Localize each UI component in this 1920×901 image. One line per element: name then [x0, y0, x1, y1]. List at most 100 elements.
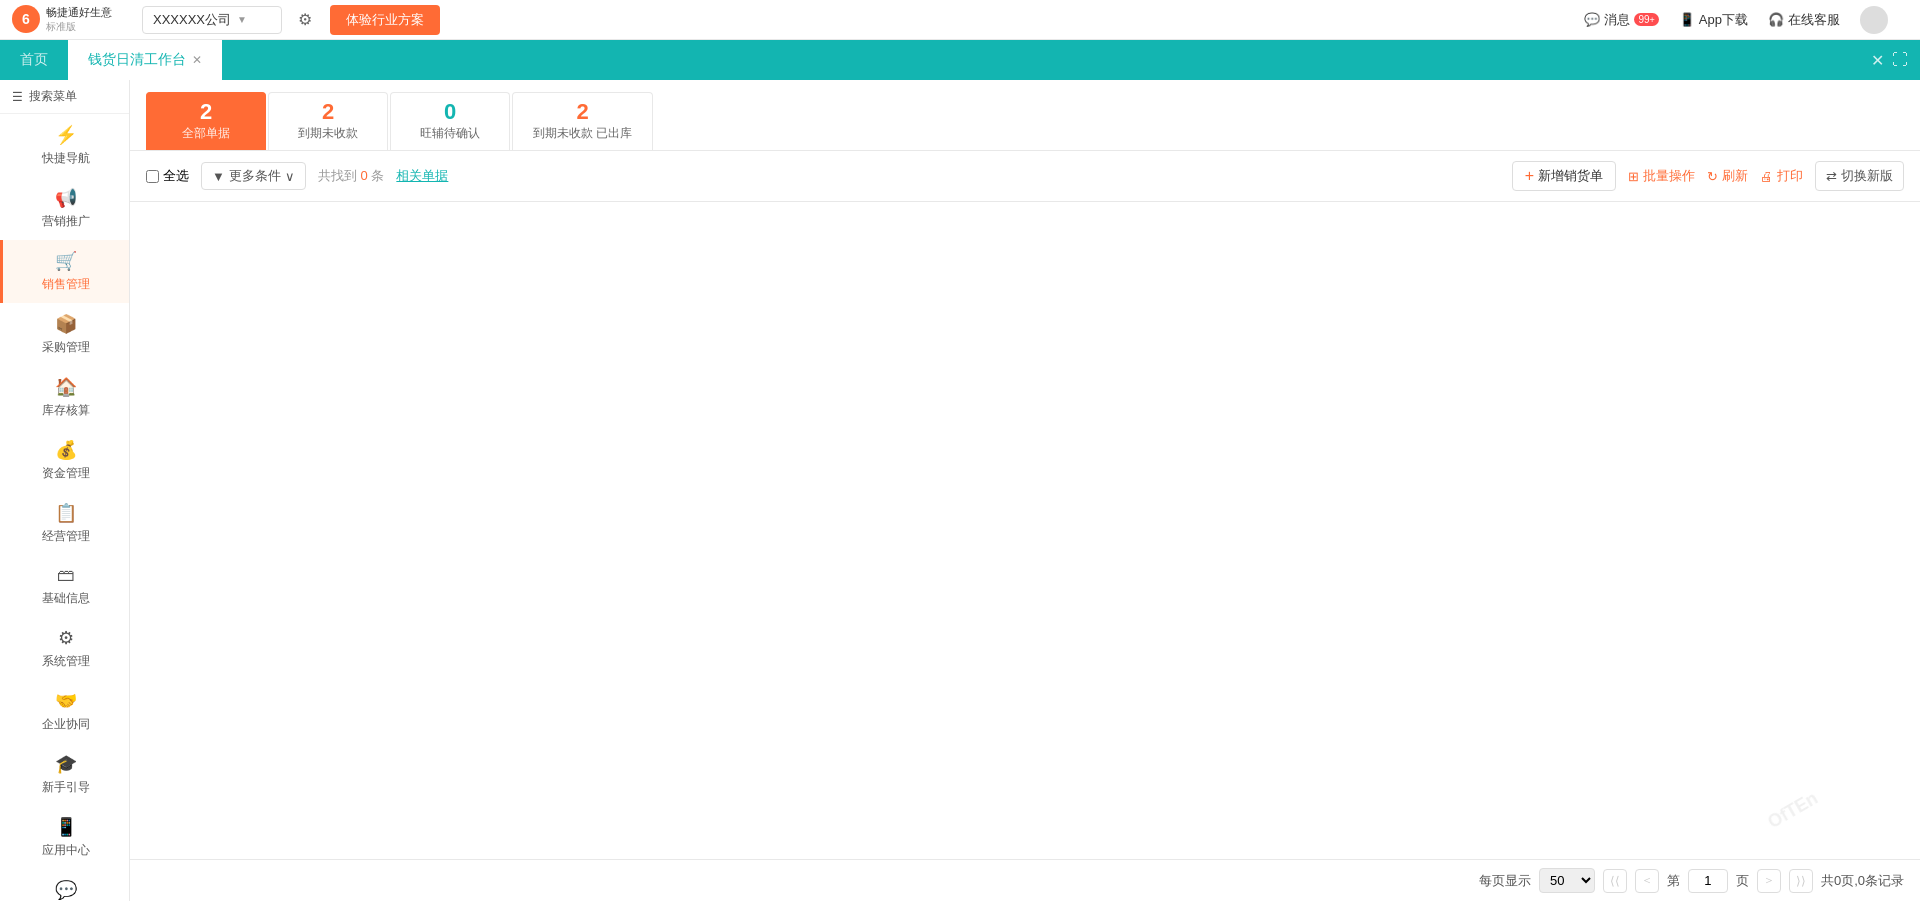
app-center-icon: 📱 — [55, 816, 77, 838]
logo-icon: 6 — [12, 5, 40, 33]
sidebar-item-finance[interactable]: 💰 资金管理 — [0, 429, 129, 492]
sidebar-item-purchase-label: 采购管理 — [42, 339, 90, 356]
badge-count: 99 — [1638, 14, 1649, 25]
refresh-button[interactable]: ↻ 刷新 — [1707, 167, 1748, 185]
experience-button[interactable]: 体验行业方案 — [330, 5, 440, 35]
stat-tab-overdue[interactable]: 2 到期未收款 — [268, 92, 388, 150]
related-orders-link[interactable]: 相关单据 — [396, 167, 448, 185]
print-button[interactable]: 🖨 打印 — [1760, 167, 1803, 185]
message-button[interactable]: 💬 消息 99+ — [1584, 11, 1658, 29]
app-subtitle: 标准版 — [46, 20, 112, 34]
enterprise-wechat-icon: 💬 — [55, 879, 77, 901]
search-menu-icon: ☰ — [12, 90, 23, 104]
stat-tab-pending[interactable]: 0 旺辅待确认 — [390, 92, 510, 150]
app-title: 畅捷通好生意 — [46, 5, 112, 19]
pagination-bar: 每页显示 10 20 50 100 ⟨⟨ ＜ 第 页 ＞ ⟩⟩ 共0页,0条记录 — [130, 859, 1920, 901]
filter-arrow-icon: ∨ — [285, 169, 295, 184]
sidebar-item-app-center[interactable]: 📱 应用中心 — [0, 806, 129, 869]
quick-nav-icon: ⚡ — [55, 124, 77, 146]
switch-icon: ⇄ — [1826, 169, 1837, 184]
plus-icon: + — [1525, 167, 1534, 185]
refresh-btn-label: 刷新 — [1722, 167, 1748, 185]
select-all-checkbox[interactable]: 全选 — [146, 167, 189, 185]
stat-tab-all[interactable]: 2 全部单据 — [146, 92, 266, 150]
logo-area: 6 畅捷通好生意 标准版 — [12, 5, 142, 33]
sidebar-item-sales[interactable]: 🛒 销售管理 — [0, 240, 129, 303]
settings-button[interactable]: ⚙ — [290, 5, 320, 35]
sidebar-item-system[interactable]: ⚙ 系统管理 — [0, 617, 129, 680]
company-selector[interactable]: XXXXXX公司 ▼ — [142, 6, 282, 34]
per-page-select[interactable]: 10 20 50 100 — [1539, 868, 1595, 893]
message-icon: 💬 — [1584, 12, 1600, 27]
empty-state — [130, 202, 1920, 859]
guide-icon: 🎓 — [55, 753, 77, 775]
sidebar-item-purchase[interactable]: 📦 采购管理 — [0, 303, 129, 366]
next-page-button[interactable]: ＞ — [1757, 869, 1781, 893]
sidebar-item-app-center-label: 应用中心 — [42, 842, 90, 859]
online-service-label: 在线客服 — [1788, 11, 1840, 29]
gear-icon: ⚙ — [298, 10, 312, 29]
sidebar-item-inventory-label: 库存核算 — [42, 402, 90, 419]
result-number: 0 — [361, 168, 368, 183]
per-page-label: 每页显示 — [1479, 872, 1531, 890]
batch-operation-button[interactable]: ⊞ 批量操作 — [1628, 167, 1695, 185]
sales-icon: 🛒 — [55, 250, 77, 272]
main-layout: ☰ 搜索菜单 ⚡ 快捷导航 📢 营销推广 🛒 销售管理 📦 采购管理 🏠 库存核… — [0, 80, 1920, 901]
sidebar-item-quick-nav[interactable]: ⚡ 快捷导航 — [0, 114, 129, 177]
stat-overdue-count: 2 — [289, 101, 367, 123]
result-suffix: 条 — [371, 168, 384, 183]
page-input[interactable] — [1688, 869, 1728, 893]
sidebar: ☰ 搜索菜单 ⚡ 快捷导航 📢 营销推广 🛒 销售管理 📦 采购管理 🏠 库存核… — [0, 80, 130, 901]
select-all-input[interactable] — [146, 170, 159, 183]
filter-btn-label: 更多条件 — [229, 167, 281, 185]
result-text: 共找到 0 条 — [318, 167, 384, 185]
add-order-button[interactable]: + 新增销货单 — [1512, 161, 1616, 191]
tab-close-icon[interactable]: ✕ — [192, 53, 202, 67]
sidebar-item-enterprise-wechat[interactable]: 💬 企业微信 — [0, 869, 129, 901]
search-menu-label: 搜索菜单 — [29, 88, 77, 105]
logo-char: 6 — [22, 11, 30, 27]
badge-plus: + — [1650, 15, 1655, 25]
select-all-label: 全选 — [163, 167, 189, 185]
filter-button[interactable]: ▼ 更多条件 ∨ — [201, 162, 306, 190]
tab-home-label: 首页 — [20, 51, 48, 69]
tab-expand-icon[interactable]: ⛶ — [1892, 51, 1908, 69]
inventory-icon: 🏠 — [55, 376, 77, 398]
message-label: 消息 — [1604, 11, 1630, 29]
stat-overdue-shipped-count: 2 — [533, 101, 632, 123]
result-prefix: 共找到 — [318, 168, 357, 183]
toolbar: 全选 ▼ 更多条件 ∨ 共找到 0 条 相关单据 + 新增销货单 ⊞ 批 — [130, 151, 1920, 202]
avatar[interactable] — [1860, 6, 1888, 34]
sidebar-search[interactable]: ☰ 搜索菜单 — [0, 80, 129, 114]
tab-close-all-icon[interactable]: ✕ — [1871, 51, 1884, 70]
add-btn-label: 新增销货单 — [1538, 167, 1603, 185]
sidebar-item-operations-label: 经营管理 — [42, 528, 90, 545]
stats-tabs: 2 全部单据 2 到期未收款 0 旺辅待确认 2 到期未收款 已出库 — [130, 80, 1920, 151]
toolbar-right: + 新增销货单 ⊞ 批量操作 ↻ 刷新 🖨 打印 ⇄ 切换新版 — [1512, 161, 1904, 191]
tab-home[interactable]: 首页 — [0, 40, 68, 80]
sidebar-item-inventory[interactable]: 🏠 库存核算 — [0, 366, 129, 429]
sidebar-item-enterprise-collab[interactable]: 🤝 企业协同 — [0, 680, 129, 743]
page-label: 第 — [1667, 872, 1680, 890]
message-badge: 99+ — [1634, 13, 1658, 26]
sidebar-item-guide[interactable]: 🎓 新手引导 — [0, 743, 129, 806]
total-info: 共0页,0条记录 — [1821, 872, 1904, 890]
basic-info-icon: 🗃 — [57, 565, 75, 586]
stat-all-count: 2 — [167, 101, 245, 123]
first-page-button[interactable]: ⟨⟨ — [1603, 869, 1627, 893]
sidebar-item-operations[interactable]: 📋 经营管理 — [0, 492, 129, 555]
enterprise-collab-icon: 🤝 — [55, 690, 77, 712]
tab-work-station-label: 钱货日清工作台 — [88, 51, 186, 69]
switch-version-button[interactable]: ⇄ 切换新版 — [1815, 161, 1904, 191]
stat-overdue-label: 到期未收款 — [289, 125, 367, 142]
operations-icon: 📋 — [55, 502, 77, 524]
online-service-button[interactable]: 🎧 在线客服 — [1768, 11, 1840, 29]
last-page-button[interactable]: ⟩⟩ — [1789, 869, 1813, 893]
app-download-label: App下载 — [1699, 11, 1748, 29]
sidebar-item-marketing[interactable]: 📢 营销推广 — [0, 177, 129, 240]
sidebar-item-basic-info[interactable]: 🗃 基础信息 — [0, 555, 129, 617]
app-download-button[interactable]: 📱 App下载 — [1679, 11, 1748, 29]
prev-page-button[interactable]: ＜ — [1635, 869, 1659, 893]
stat-tab-overdue-shipped[interactable]: 2 到期未收款 已出库 — [512, 92, 653, 150]
tab-work-station[interactable]: 钱货日清工作台 ✕ — [68, 40, 222, 80]
